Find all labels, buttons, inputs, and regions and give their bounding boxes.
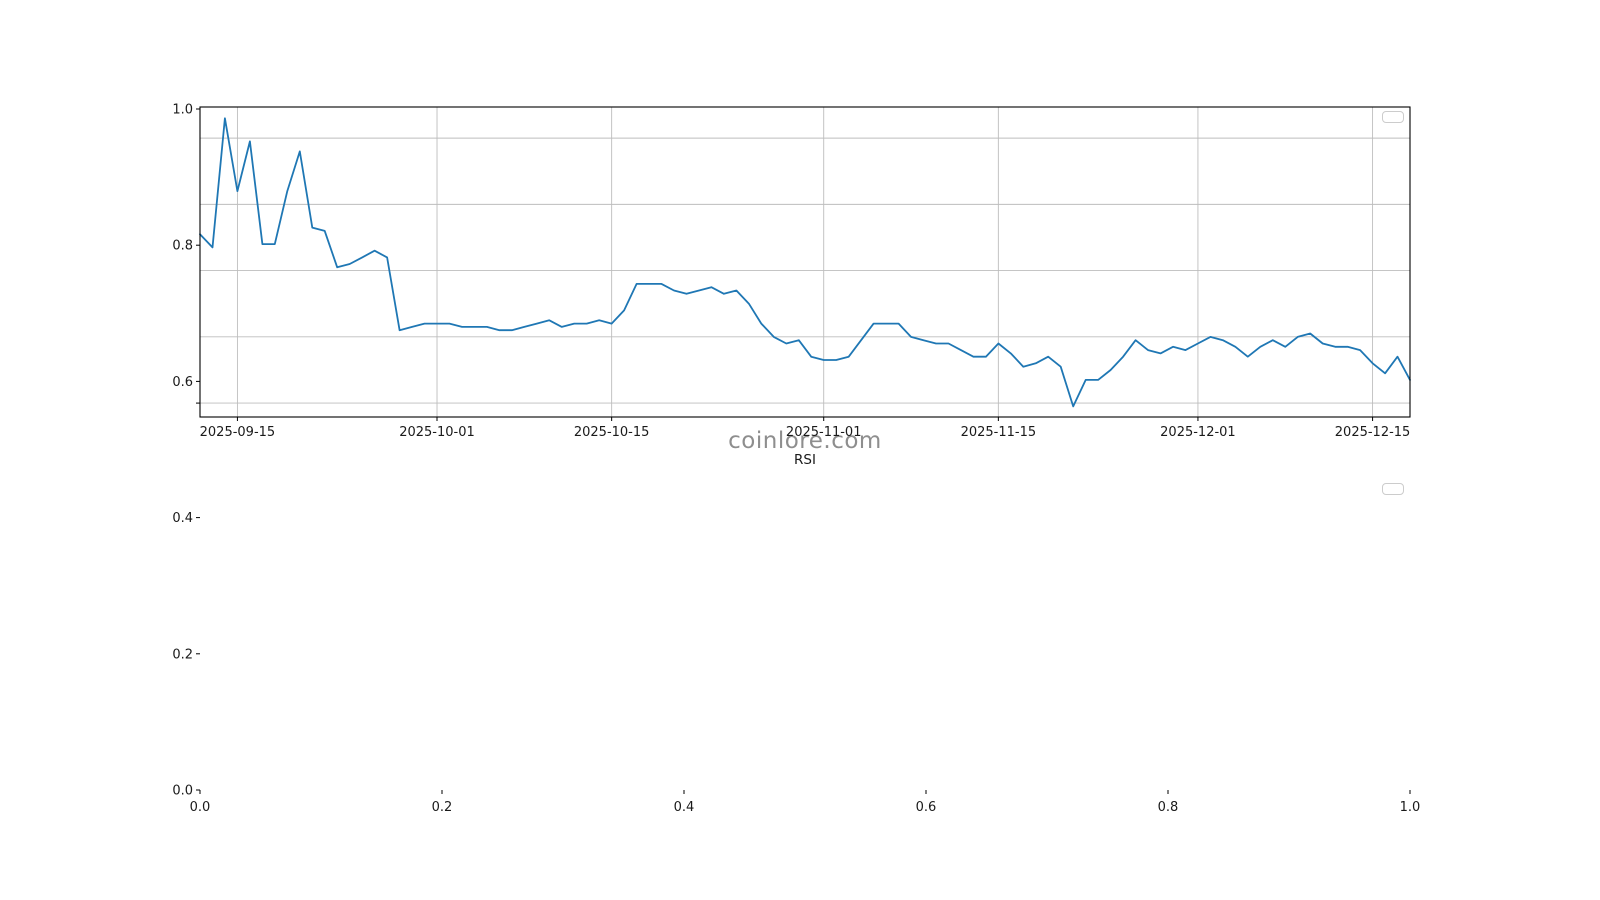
chart-canvas: 1.0 0.8 0.6 0.4 0.2 0.00.0 0.2 0.4 0.6 0.8 1.0 2025… [172, 103, 1421, 816]
ghost-xtick-label: 0.6 [916, 800, 937, 815]
series-line-close [199, 117, 1411, 408]
ghost-ytick-label: 0.2 [172, 647, 193, 662]
price-xtick-label: 2025-09-15 [200, 425, 276, 440]
figure: coinlore.com 1.0 0.8 0.6 0.4 0.2 0.0 0.0 0.2 0.4… [0, 0, 1600, 900]
ghost-ytick-label: 0.8 [172, 239, 193, 254]
price-xtick-label: 2025-11-01 [786, 425, 862, 440]
ghost-ytick-label: 1.0 [172, 103, 193, 118]
ghost-ytick-label: 0.0 [172, 784, 193, 799]
price-xtick-label: 2025-10-15 [574, 425, 650, 440]
ghost-xtick-label: 0.8 [1158, 800, 1179, 815]
price-xtick-label: 2025-11-15 [961, 425, 1037, 440]
rsi-legend [1382, 483, 1404, 495]
price-gridlines [200, 107, 1410, 417]
ghost-ytick-label: 0.6 [172, 375, 193, 390]
ghost-xtick-label: 1.0 [1400, 800, 1421, 815]
price-legend [1382, 111, 1404, 123]
price-xtick-label: 2025-12-15 [1335, 425, 1411, 440]
ghost-ytick-label: 0.4 [172, 511, 193, 526]
price-xtick-label: 2025-10-01 [399, 425, 475, 440]
ghost-xtick-label: 0.4 [674, 800, 695, 815]
price-ticks-and-labels: 2025-09-15 2025-10-01 2025-10-15 2025-11-01… [196, 402, 1411, 440]
rsi-panel-title: RSI [794, 452, 816, 468]
price-xtick-label: 2025-12-01 [1160, 425, 1236, 440]
ghost-xtick-label: 0.2 [432, 800, 453, 815]
ghost-xtick-label: 0.0 [190, 800, 211, 815]
price-chart: 2025-09-15 2025-10-01 2025-10-15 2025-11-01… [196, 106, 1411, 440]
price-spines [199, 106, 1411, 418]
